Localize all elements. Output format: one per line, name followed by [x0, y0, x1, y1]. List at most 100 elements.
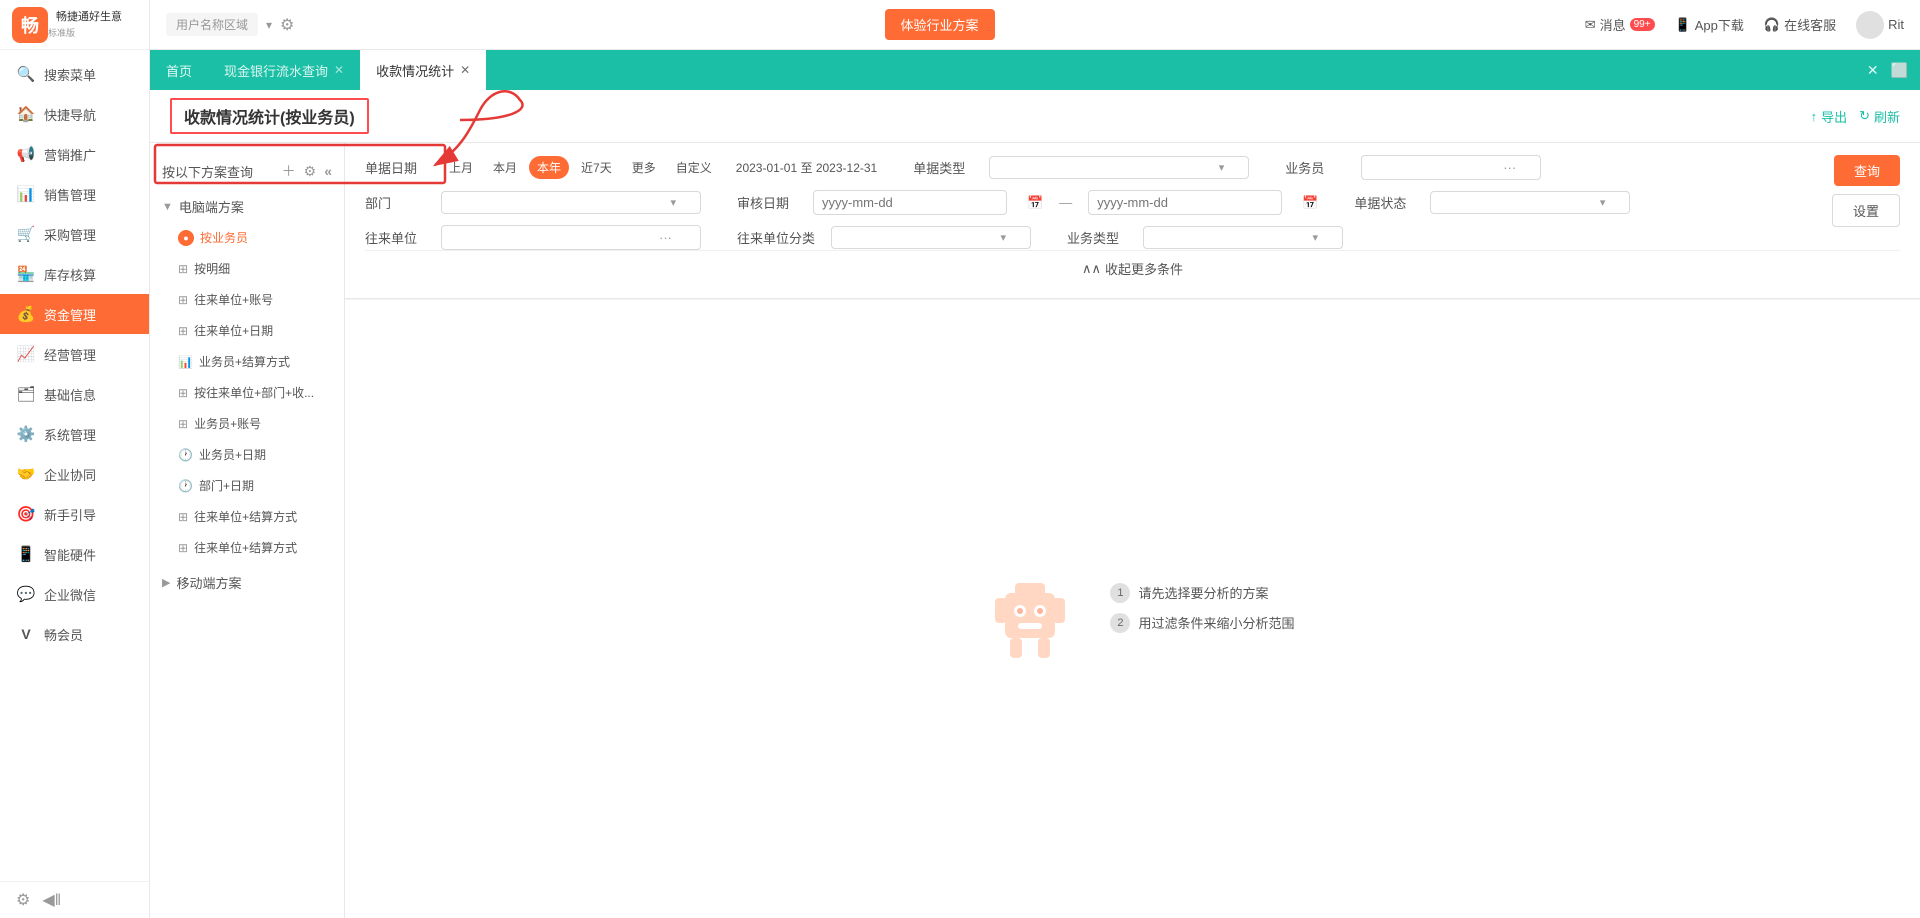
sidebar-item-basic[interactable]: 🗂 基础信息: [0, 374, 149, 414]
panel-settings-icon[interactable]: ⚙: [304, 163, 317, 180]
tab-bank-flow-close[interactable]: ✕: [334, 63, 344, 77]
scheme-item-partner-settlement2[interactable]: ⊞ 往来单位+结算方式: [150, 532, 344, 563]
sidebar-item-purchase[interactable]: 🛒 采购管理: [0, 214, 149, 254]
sidebar-item-inventory[interactable]: 🏪 库存核算: [0, 254, 149, 294]
panel-collapse-icon[interactable]: «: [324, 163, 332, 179]
app-label: App下载: [1695, 15, 1744, 34]
ps1-icon: ⊞: [178, 510, 188, 524]
scheme-item-by-partner-dept[interactable]: ⊞ 按往来单位+部门+收...: [150, 377, 344, 408]
salesperson-select[interactable]: ···: [1361, 155, 1541, 180]
partner-dots[interactable]: ···: [659, 230, 672, 245]
user-item[interactable]: Rit: [1856, 11, 1904, 39]
tab-bank-flow[interactable]: 现金银行流水查询 ✕: [208, 50, 360, 90]
voucher-type-label: 单据类型: [913, 158, 973, 177]
audit-date-label: 审核日期: [737, 193, 797, 212]
partner-classification-select[interactable]: ▾: [831, 226, 1031, 249]
collapse-bar[interactable]: ∧∧ 收起更多条件: [365, 250, 1900, 286]
audit-date-end[interactable]: [1088, 190, 1282, 215]
scheme-item-label: 按明细: [194, 260, 230, 277]
scheme-item-salesperson-account[interactable]: ⊞ 业务员+账号: [150, 408, 344, 439]
section-arrow-down: ▼: [162, 201, 173, 213]
sidebar-item-wechat[interactable]: 💬 企业微信: [0, 574, 149, 614]
filter-row-dept: 部门 ▾ 审核日期 📅 — 📅 单据状态: [365, 190, 1816, 215]
settings-button[interactable]: 设置: [1832, 194, 1900, 227]
date-tab-this-month[interactable]: 本月: [485, 156, 525, 179]
partner-select[interactable]: ···: [441, 225, 701, 250]
date-tab-more[interactable]: 更多: [624, 156, 664, 179]
sidebar-item-system[interactable]: ⚙️ 系统管理: [0, 414, 149, 454]
empty-robot-illustration: [970, 553, 1090, 673]
sidebar-item-hardware[interactable]: 📱 智能硬件: [0, 534, 149, 574]
mobile-section-title[interactable]: ▶ 移动端方案: [150, 567, 344, 598]
query-button[interactable]: 查询: [1834, 155, 1900, 186]
calendar-icon-end[interactable]: 📅: [1302, 195, 1318, 211]
tab-home[interactable]: 首页: [150, 50, 208, 90]
maximize-icon[interactable]: ⬜: [1891, 62, 1908, 79]
close-window-icon[interactable]: ✕: [1867, 62, 1879, 79]
sidebar-label-guide: 新手引导: [44, 505, 96, 524]
footer-collapse-icon[interactable]: ◀‖: [42, 890, 61, 910]
sidebar-item-enterprise[interactable]: 🤝 企业协同: [0, 454, 149, 494]
header-dropdown-icon[interactable]: ▾: [266, 18, 272, 32]
member-icon: V: [16, 624, 36, 644]
dept-select[interactable]: ▾: [441, 191, 701, 214]
main-content: 收款情况统计(按业务员) ↑ 导出 ↻ 刷新 按以下方案查询 ＋ ⚙ «: [150, 90, 1920, 918]
scheme-item-salesperson-settlement[interactable]: 📊 业务员+结算方式: [150, 346, 344, 377]
sidebar-item-search[interactable]: 🔍 搜索菜单: [0, 54, 149, 94]
date-range-display: 2023-01-01 至 2023-12-31: [736, 159, 877, 176]
sidebar-item-capital[interactable]: 💰 资金管理: [0, 294, 149, 334]
sidebar-item-marketing[interactable]: 📢 营销推广: [0, 134, 149, 174]
filter-row-date: 单据日期 上月 本月 本年 近7天 更多 自定义 2023-01-01: [365, 155, 1816, 180]
scheme-item-dept-date[interactable]: 🕐 部门+日期: [150, 470, 344, 501]
filter-row-partner: 往来单位 ··· 往来单位分类 ▾ 业务类型: [365, 225, 1816, 250]
scheme-item-partner-date[interactable]: ⊞ 往来单位+日期: [150, 315, 344, 346]
export-button[interactable]: ↑ 导出: [1811, 107, 1848, 126]
tab-bar: 首页 现金银行流水查询 ✕ 收款情况统计 ✕ ✕ ⬜: [150, 50, 1920, 90]
scheme-item-by-detail[interactable]: ⊞ 按明细: [150, 253, 344, 284]
sidebar-item-guide[interactable]: 🎯 新手引导: [0, 494, 149, 534]
business-type-select[interactable]: ▾: [1143, 226, 1343, 249]
collapse-label: 收起更多条件: [1105, 259, 1183, 278]
enterprise-icon: 🤝: [16, 464, 36, 484]
sidebar-item-sales[interactable]: 📊 销售管理: [0, 174, 149, 214]
scheme-item-by-salesperson[interactable]: ● 按业务员: [150, 222, 344, 253]
date-end: 2023-12-31: [816, 161, 877, 175]
sidebar-item-member[interactable]: V 畅会员: [0, 614, 149, 654]
date-tab-custom[interactable]: 自定义: [668, 156, 720, 179]
calendar-icon-start[interactable]: 📅: [1027, 195, 1043, 211]
bt-chevron: ▾: [1312, 231, 1318, 244]
service-item[interactable]: 🎧 在线客服: [1764, 15, 1836, 34]
logo-icon: 畅: [12, 7, 48, 43]
more-dots[interactable]: ···: [1503, 160, 1516, 175]
dept-label: 部门: [365, 193, 425, 212]
footer-settings-icon[interactable]: ⚙: [16, 890, 30, 910]
audit-date-start[interactable]: [813, 190, 1007, 215]
mobile-section-label: 移动端方案: [176, 573, 241, 592]
desktop-section-title[interactable]: ▼ 电脑端方案: [150, 191, 344, 222]
header-left: 用户名称区域 ▾ ⚙: [166, 13, 294, 36]
tab-collection-stats[interactable]: 收款情况统计 ✕: [360, 50, 486, 90]
panel-add-icon[interactable]: ＋: [282, 161, 296, 181]
app-download-item[interactable]: 📱 App下载: [1675, 15, 1744, 34]
sidebar-label-enterprise: 企业协同: [44, 465, 96, 484]
voucher-type-select[interactable]: ▾: [989, 156, 1249, 179]
sidebar-item-quick-nav[interactable]: 🏠 快捷导航: [0, 94, 149, 134]
date-tab-last-month[interactable]: 上月: [441, 156, 481, 179]
hardware-icon: 📱: [16, 544, 36, 564]
header-settings-icon[interactable]: ⚙: [280, 15, 294, 35]
refresh-button[interactable]: ↻ 刷新: [1859, 107, 1900, 126]
date-tab-7days[interactable]: 近7天: [573, 156, 620, 179]
date-tab-this-year[interactable]: 本年: [529, 156, 569, 179]
message-item[interactable]: ✉ 消息 99+: [1585, 15, 1655, 34]
scheme-item-salesperson-date[interactable]: 🕐 业务员+日期: [150, 439, 344, 470]
voucher-status-select[interactable]: ▾: [1430, 191, 1630, 214]
tab-collection-stats-label: 收款情况统计: [376, 61, 454, 80]
scheme-item-partner-settlement1[interactable]: ⊞ 往来单位+结算方式: [150, 501, 344, 532]
tab-collection-stats-close[interactable]: ✕: [460, 63, 470, 77]
inventory-icon: 🏪: [16, 264, 36, 284]
guide-icon: 🎯: [16, 504, 36, 524]
scheme-item-label: 部门+日期: [199, 477, 254, 494]
scheme-item-partner-account[interactable]: ⊞ 往来单位+账号: [150, 284, 344, 315]
trial-button[interactable]: 体验行业方案: [885, 9, 995, 40]
sidebar-item-business[interactable]: 📈 经营管理: [0, 334, 149, 374]
